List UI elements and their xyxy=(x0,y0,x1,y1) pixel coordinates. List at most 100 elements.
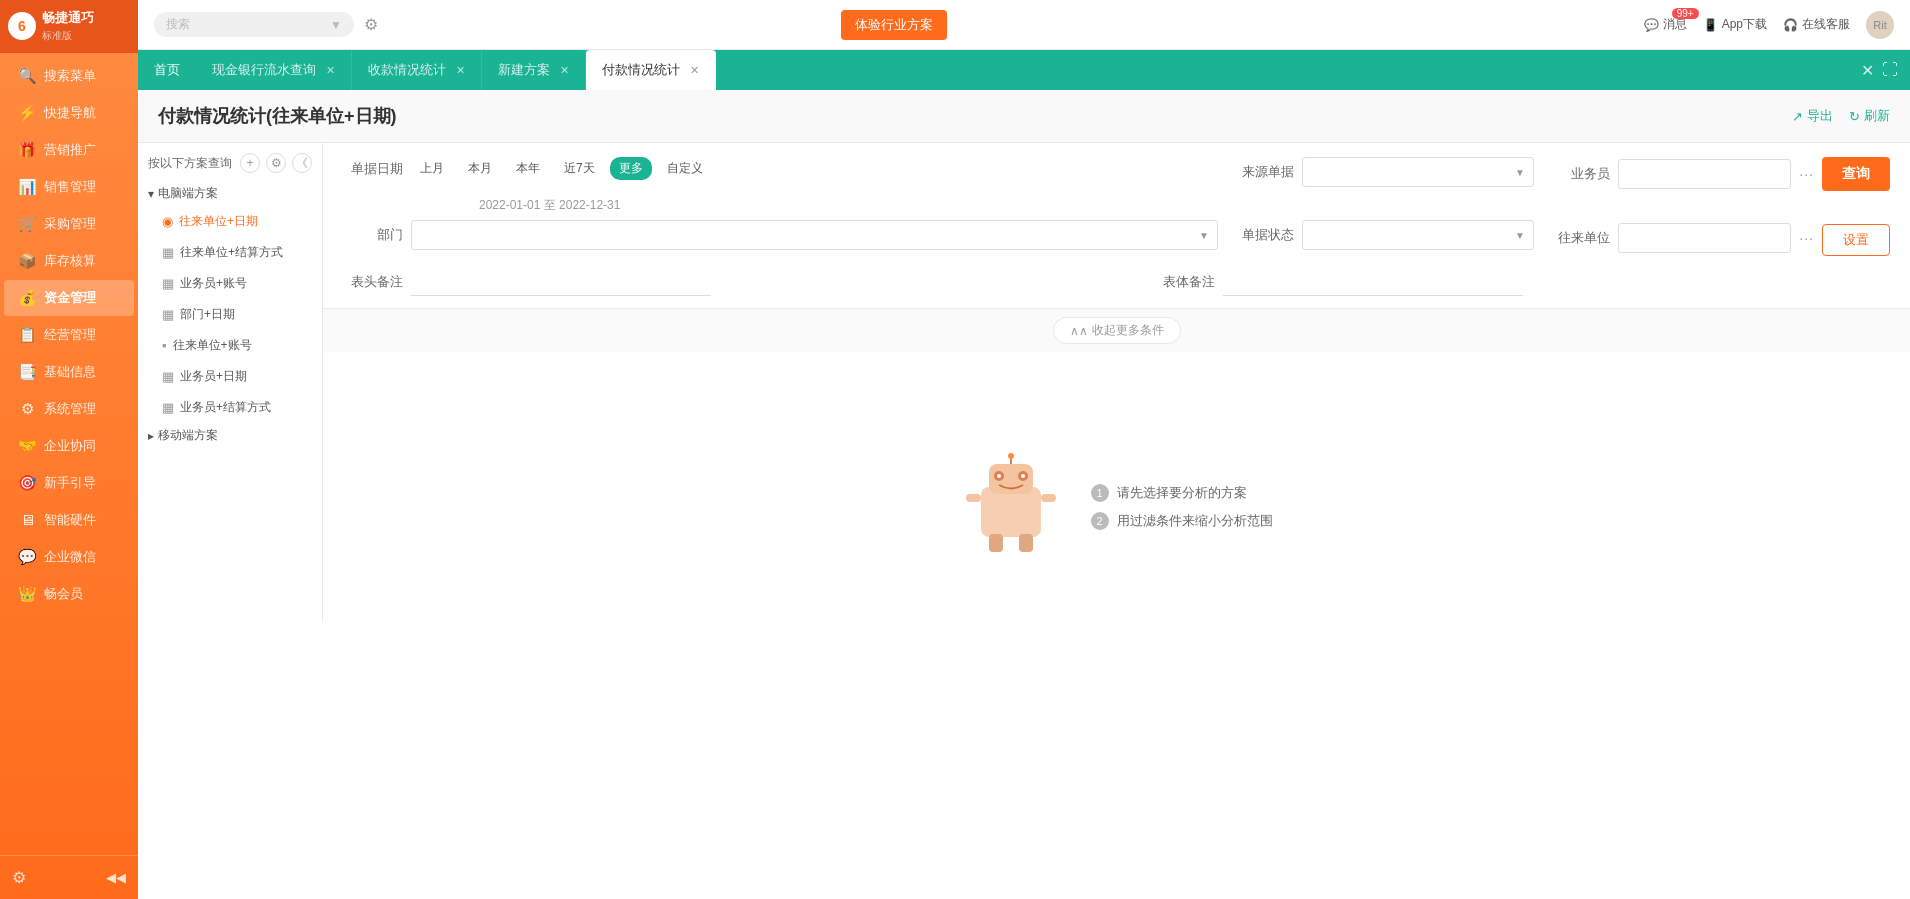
scheme-collapse-btn[interactable]: 《 xyxy=(292,153,312,173)
source-field: 来源单据 ▼ xyxy=(1234,157,1534,187)
sidebar-item-sales[interactable]: 📊 销售管理 xyxy=(4,169,134,205)
refresh-btn[interactable]: ↻ 刷新 xyxy=(1849,107,1890,125)
tab-new-scheme-close[interactable]: ✕ xyxy=(560,64,569,77)
scheme-panel: 按以下方案查询 + ⚙ 《 xyxy=(138,143,323,622)
search-icon: 🔍 xyxy=(18,67,36,85)
sidebar-item-inventory[interactable]: 📦 库存核算 xyxy=(4,243,134,279)
export-btn[interactable]: ↗ 导出 xyxy=(1792,107,1833,125)
scheme-item-dept-date[interactable]: ▦ 部门+日期 xyxy=(138,299,322,330)
employee-dots-btn[interactable]: ··· xyxy=(1799,166,1814,182)
refresh-icon: ↻ xyxy=(1849,109,1860,124)
mobile-section-header[interactable]: ▸ 移动端方案 xyxy=(138,423,322,448)
tab-maximize-btn[interactable]: ⛶ xyxy=(1882,61,1898,79)
robot-illustration xyxy=(961,452,1061,562)
doc-status-arrow: ▼ xyxy=(1515,230,1525,241)
sidebar-item-marketing[interactable]: 🎁 营销推广 xyxy=(4,132,134,168)
scheme-settings-btn[interactable]: ⚙ xyxy=(266,153,286,173)
sidebar-item-system[interactable]: ⚙ 系统管理 xyxy=(4,391,134,427)
sidebar-item-enterprise[interactable]: 🤝 企业协同 xyxy=(4,428,134,464)
tab-new-scheme[interactable]: 新建方案 ✕ xyxy=(482,50,586,90)
date-more-btn[interactable]: 更多 xyxy=(610,157,652,180)
export-icon: ↗ xyxy=(1792,109,1803,124)
sidebar-item-shortcut[interactable]: ⚡ 快捷导航 xyxy=(4,95,134,131)
date-custom-btn[interactable]: 自定义 xyxy=(658,157,712,180)
scheme-item-counterpart-date[interactable]: ◉ 往来单位+日期 xyxy=(138,206,322,237)
scheme-icon-2: ▦ xyxy=(162,276,174,291)
query-btn[interactable]: 查询 xyxy=(1822,157,1890,191)
page-header-actions: ↗ 导出 ↻ 刷新 xyxy=(1792,107,1890,125)
employee-select[interactable] xyxy=(1618,159,1791,189)
tab-home[interactable]: 首页 xyxy=(138,50,196,90)
sidebar-collapse-btn[interactable]: ◀◀ xyxy=(102,866,130,889)
enterprise-icon: 🤝 xyxy=(18,437,36,455)
header-note-input[interactable] xyxy=(411,268,711,296)
source-select[interactable]: ▼ xyxy=(1302,157,1534,187)
sidebar-footer: ⚙ ◀◀ xyxy=(0,855,138,899)
body-note-label: 表体备注 xyxy=(1155,273,1215,291)
tab-bank-close[interactable]: ✕ xyxy=(326,64,335,77)
date-this-year-btn[interactable]: 本年 xyxy=(507,157,549,180)
sidebar-item-purchase[interactable]: 🛒 采购管理 xyxy=(4,206,134,242)
sidebar-item-member[interactable]: 👑 畅会员 xyxy=(4,576,134,612)
sidebar-item-operation[interactable]: 📋 经营管理 xyxy=(4,317,134,353)
trial-btn[interactable]: 体验行业方案 xyxy=(841,10,947,40)
svg-rect-0 xyxy=(981,487,1041,537)
svg-point-4 xyxy=(997,474,1001,478)
tab-receipt-close[interactable]: ✕ xyxy=(456,64,465,77)
tab-payment-close[interactable]: ✕ xyxy=(690,64,699,77)
counterpart-select[interactable] xyxy=(1618,223,1791,253)
sidebar-item-basic[interactable]: 📑 基础信息 xyxy=(4,354,134,390)
scheme-item-employee-settle[interactable]: ▦ 业务员+结算方式 xyxy=(138,392,322,423)
online-service-btn[interactable]: 🎧 在线客服 xyxy=(1783,16,1850,33)
tab-bank[interactable]: 现金银行流水查询 ✕ xyxy=(196,50,352,90)
sidebar-item-guide[interactable]: 🎯 新手引导 xyxy=(4,465,134,501)
section-expand-icon: ▾ xyxy=(148,187,154,201)
user-avatar[interactable]: Rit xyxy=(1866,11,1894,39)
scheme-add-btn[interactable]: + xyxy=(240,153,260,173)
sidebar-edition: 标准版 xyxy=(42,29,94,43)
date-this-month-btn[interactable]: 本月 xyxy=(459,157,501,180)
scheme-item-counterpart-settle[interactable]: ▦ 往来单位+结算方式 xyxy=(138,237,322,268)
empty-step-1: 1 请先选择要分析的方案 xyxy=(1091,484,1273,502)
desktop-section-header[interactable]: ▾ 电脑端方案 xyxy=(138,181,322,206)
message-badge: 99+ xyxy=(1672,8,1699,19)
topbar-settings-btn[interactable]: ⚙ xyxy=(364,15,378,34)
date-last-month-btn[interactable]: 上月 xyxy=(411,157,453,180)
filter-section: 单据日期 上月 本月 本年 近7天 更多 自定义 来源单据 xyxy=(323,143,1910,622)
collapse-icon: ∧∧ xyxy=(1070,324,1088,338)
sidebar-item-hardware[interactable]: 🖥 智能硬件 xyxy=(4,502,134,538)
body-note-input[interactable] xyxy=(1223,268,1523,296)
employee-label: 业务员 xyxy=(1550,165,1610,183)
dept-select[interactable]: ▼ xyxy=(411,220,1218,250)
scheme-icon-6: ▦ xyxy=(162,400,174,415)
doc-status-select[interactable]: ▼ xyxy=(1302,220,1534,250)
collapse-btn[interactable]: ∧∧ 收起更多条件 xyxy=(1053,317,1181,344)
doc-status-label: 单据状态 xyxy=(1234,226,1294,244)
topbar-dropdown-btn[interactable]: ▼ xyxy=(330,18,342,32)
tab-receipt[interactable]: 收款情况统计 ✕ xyxy=(352,50,482,90)
tab-payment[interactable]: 付款情况统计 ✕ xyxy=(586,50,716,90)
sidebar: 6 畅捷通巧 标准版 🔍 搜索菜单 ⚡ 快捷导航 🎁 营销推广 📊 销售管理 🛒… xyxy=(0,0,138,899)
sidebar-item-capital[interactable]: 💰 资金管理 xyxy=(4,280,134,316)
purchase-icon: 🛒 xyxy=(18,215,36,233)
sidebar-title: 畅捷通巧 xyxy=(42,10,94,27)
settings-btn[interactable]: 设置 xyxy=(1822,224,1890,256)
sidebar-logo: 6 xyxy=(8,12,36,40)
service-icon: 🎧 xyxy=(1783,18,1798,32)
message-btn[interactable]: 💬 消息 99+ xyxy=(1644,16,1687,33)
sidebar-item-wechat[interactable]: 💬 企业微信 xyxy=(4,539,134,575)
sidebar-settings-btn[interactable]: ⚙ xyxy=(8,864,30,891)
sidebar-item-search[interactable]: 🔍 搜索菜单 xyxy=(4,58,134,94)
counterpart-dots-btn[interactable]: ··· xyxy=(1799,230,1814,246)
empty-state: 1 请先选择要分析的方案 2 用过滤条件来缩小分析范围 xyxy=(323,352,1910,622)
member-icon: 👑 xyxy=(18,585,36,603)
scheme-item-employee-account[interactable]: ▦ 业务员+账号 xyxy=(138,268,322,299)
scheme-icon-3: ▦ xyxy=(162,307,174,322)
tab-close-all-btn[interactable]: ✕ xyxy=(1861,61,1874,80)
app-download-btn[interactable]: 📱 App下载 xyxy=(1703,16,1767,33)
date-7days-btn[interactable]: 近7天 xyxy=(555,157,604,180)
scheme-item-counterpart-account[interactable]: ▪ 往来单位+账号 xyxy=(138,330,322,361)
step-num-1: 1 xyxy=(1091,484,1109,502)
dept-field: 部门 ▼ xyxy=(343,220,1218,250)
scheme-item-employee-date[interactable]: ▦ 业务员+日期 xyxy=(138,361,322,392)
